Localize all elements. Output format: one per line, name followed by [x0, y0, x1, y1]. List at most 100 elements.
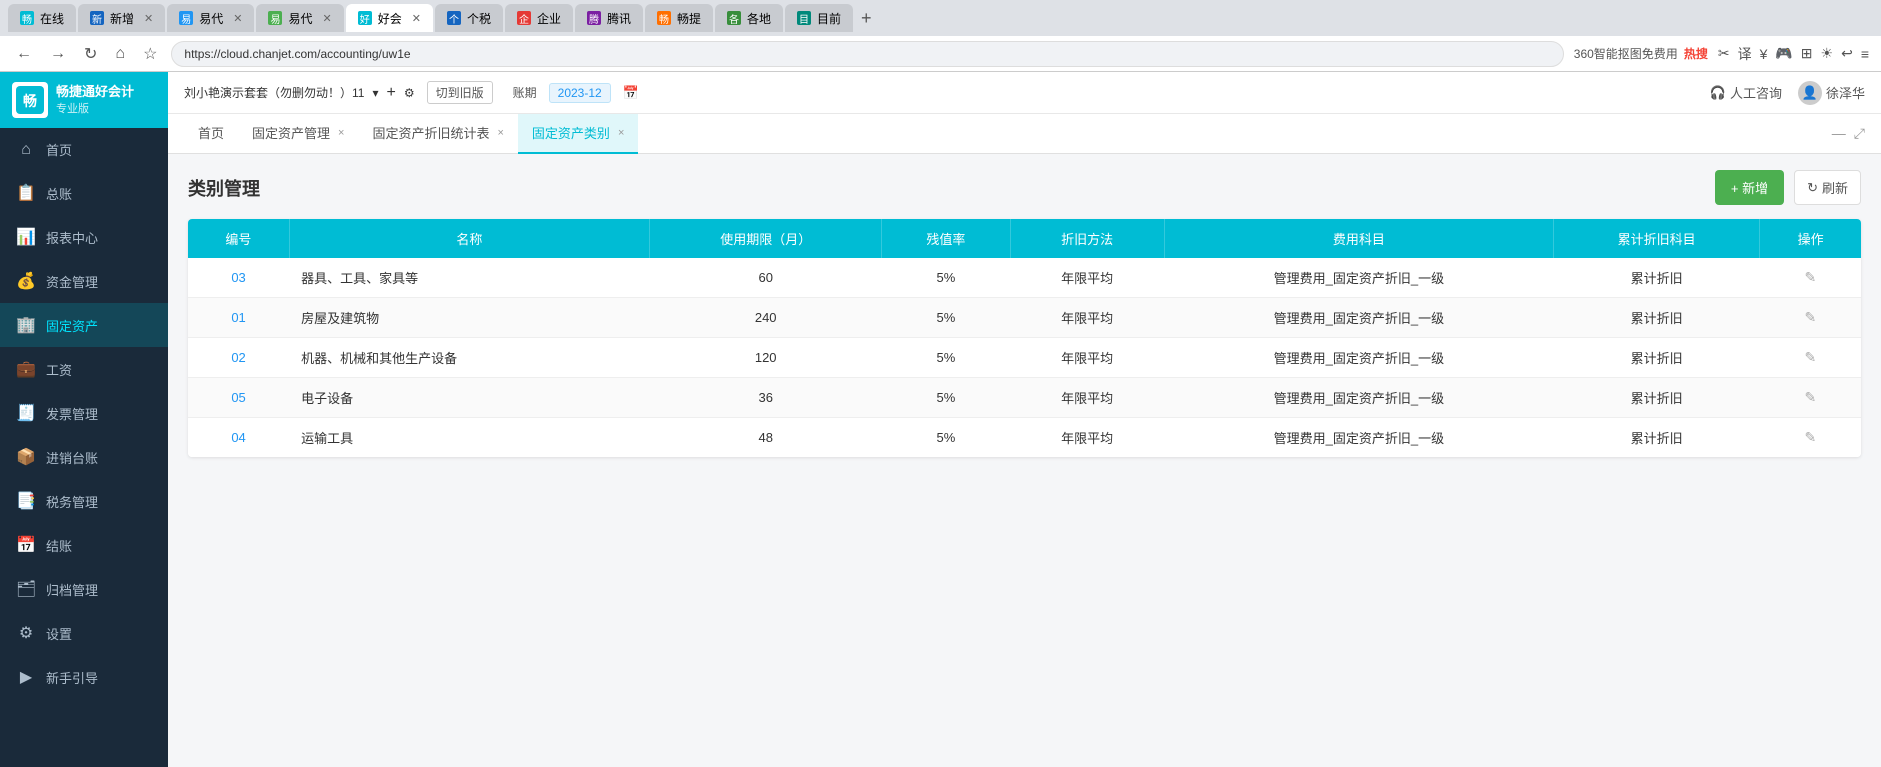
dropdown-icon[interactable]: ▾ — [372, 86, 378, 100]
browser-tab-3[interactable]: 易 易代 ✕ — [167, 4, 254, 32]
tab-close-fixed-assets-mgmt[interactable]: × — [338, 127, 344, 139]
code-link-4[interactable]: 04 — [231, 430, 245, 445]
browser-tab-11[interactable]: 目 目前 — [785, 4, 853, 32]
menu-icon[interactable]: ≡ — [1861, 46, 1869, 62]
edit-icon-0[interactable]: ✎ — [1805, 269, 1817, 285]
sidebar-item-fixed-assets[interactable]: 🏢 固定资产 — [0, 303, 168, 347]
tab-close-3[interactable]: ✕ — [233, 12, 242, 25]
tab-close-4[interactable]: ✕ — [323, 12, 332, 25]
sidebar-item-inventory[interactable]: 📦 进销台账 — [0, 435, 168, 479]
add-category-button[interactable]: + 新增 — [1715, 170, 1784, 205]
sidebar-item-invoice[interactable]: 🧾 发票管理 — [0, 391, 168, 435]
sidebar-item-guide[interactable]: ▶ 新手引导 — [0, 655, 168, 699]
calendar-icon[interactable]: 📅 — [623, 85, 639, 101]
code-link-1[interactable]: 01 — [231, 310, 245, 325]
tab-label-6: 个税 — [467, 10, 491, 27]
code-link-0[interactable]: 03 — [231, 270, 245, 285]
back-button[interactable]: ← — [12, 43, 36, 65]
sidebar-item-archive[interactable]: 🗂 归档管理 — [0, 567, 168, 611]
sidebar: 畅 畅捷通好会计 专业版 ⌂ 首页 📋 总账 📊 报表中心 💰 资金管理 🏢 — [0, 72, 168, 767]
cell-action-4[interactable]: ✎ — [1760, 418, 1861, 458]
tab-favicon-6: 个 — [447, 11, 461, 25]
refresh-button[interactable]: ↻ 刷新 — [1794, 170, 1861, 205]
browser-tab-9[interactable]: 畅 畅提 — [645, 4, 713, 32]
cell-action-3[interactable]: ✎ — [1760, 378, 1861, 418]
tab-label-1: 在线 — [40, 10, 64, 27]
sidebar-item-funds[interactable]: 💰 资金管理 — [0, 259, 168, 303]
cell-action-1[interactable]: ✎ — [1760, 298, 1861, 338]
cell-code-0[interactable]: 03 — [188, 258, 289, 298]
maximize-icon[interactable]: ⤢ — [1854, 125, 1865, 142]
code-link-3[interactable]: 05 — [231, 390, 245, 405]
grid-icon[interactable]: ⊞ — [1801, 45, 1813, 62]
undo-icon[interactable]: ↩ — [1841, 45, 1853, 62]
sidebar-item-reports[interactable]: 📊 报表中心 — [0, 215, 168, 259]
sidebar-label-guide: 新手引导 — [46, 668, 98, 687]
tab-favicon-1: 畅 — [20, 11, 34, 25]
code-link-2[interactable]: 02 — [231, 350, 245, 365]
tab-close-depreciation[interactable]: × — [497, 127, 503, 139]
cell-action-2[interactable]: ✎ — [1760, 338, 1861, 378]
settings-gear-icon[interactable]: ⚙ — [404, 86, 415, 100]
browser-tab-10[interactable]: 各 各地 — [715, 4, 783, 32]
address-input[interactable] — [171, 41, 1563, 67]
hot-label: 热搜 — [1684, 45, 1708, 62]
tab-close-asset-category[interactable]: × — [618, 127, 624, 139]
cell-code-1[interactable]: 01 — [188, 298, 289, 338]
tab-label-2: 新增 — [110, 10, 134, 27]
sidebar-item-settings[interactable]: ⚙ 设置 — [0, 611, 168, 655]
tab-favicon-3: 易 — [179, 11, 193, 25]
browser-tab-5[interactable]: 好 好会 ✕ — [346, 4, 433, 32]
sidebar-item-tax[interactable]: 📑 税务管理 — [0, 479, 168, 523]
period-label: 账期 — [513, 84, 537, 101]
minimize-icon[interactable]: — — [1832, 125, 1846, 142]
cell-code-4[interactable]: 04 — [188, 418, 289, 458]
browser-tab-1[interactable]: 畅 在线 — [8, 4, 76, 32]
game-icon[interactable]: 🎮 — [1775, 45, 1792, 62]
sidebar-item-closing[interactable]: 📅 结账 — [0, 523, 168, 567]
sidebar-item-payroll[interactable]: 💼 工资 — [0, 347, 168, 391]
tab-fixed-assets-mgmt[interactable]: 固定资产管理 × — [238, 114, 358, 154]
tab-favicon-2: 新 — [90, 11, 104, 25]
cell-code-3[interactable]: 05 — [188, 378, 289, 418]
edit-icon-3[interactable]: ✎ — [1805, 389, 1817, 405]
col-header-residual: 残值率 — [882, 219, 1010, 258]
tab-home[interactable]: 首页 — [184, 114, 238, 154]
cell-period-4: 48 — [650, 418, 882, 458]
cell-expense-4: 管理费用_固定资产折旧_一级 — [1164, 418, 1553, 458]
home-button[interactable]: ⌂ — [111, 43, 129, 65]
period-value[interactable]: 2023-12 — [549, 83, 611, 103]
sidebar-item-home[interactable]: ⌂ 首页 — [0, 128, 168, 171]
edit-icon-4[interactable]: ✎ — [1805, 429, 1817, 445]
scissors-icon[interactable]: ✂ — [1718, 45, 1730, 62]
tab-close-2[interactable]: ✕ — [144, 12, 153, 25]
user-info[interactable]: 👤 徐泽华 — [1798, 81, 1865, 105]
edit-icon-2[interactable]: ✎ — [1805, 349, 1817, 365]
browser-tab-6[interactable]: 个 个税 — [435, 4, 503, 32]
sun-icon[interactable]: ☀ — [1821, 45, 1834, 62]
tab-depreciation-table[interactable]: 固定资产折旧统计表 × — [358, 114, 517, 154]
cell-expense-3: 管理费用_固定资产折旧_一级 — [1164, 378, 1553, 418]
edit-icon-1[interactable]: ✎ — [1805, 309, 1817, 325]
browser-tab-4[interactable]: 易 易代 ✕ — [256, 4, 343, 32]
translate-icon[interactable]: 译 — [1738, 44, 1752, 64]
switch-to-old-btn[interactable]: 切到旧版 — [427, 81, 493, 104]
browser-tab-8[interactable]: 腾 腾讯 — [575, 4, 643, 32]
tab-asset-category[interactable]: 固定资产类别 × — [518, 114, 638, 154]
tab-label-3: 易代 — [199, 10, 223, 27]
add-account-icon[interactable]: + — [387, 84, 396, 102]
bookmark-button[interactable]: ☆ — [139, 42, 161, 66]
new-tab-button[interactable]: + — [855, 8, 878, 29]
reload-button[interactable]: ↻ — [80, 42, 101, 66]
browser-tab-7[interactable]: 企 企业 — [505, 4, 573, 32]
forward-button[interactable]: → — [46, 43, 70, 65]
tab-close-5[interactable]: ✕ — [412, 12, 421, 25]
wallet-icon[interactable]: ¥ — [1760, 46, 1768, 62]
sidebar-item-ledger[interactable]: 📋 总账 — [0, 171, 168, 215]
main-content: 刘小艳演示套套（勿删勿动！）11 ▾ + ⚙ 切到旧版 账期 2023-12 📅… — [168, 72, 1881, 767]
cell-code-2[interactable]: 02 — [188, 338, 289, 378]
cell-action-0[interactable]: ✎ — [1760, 258, 1861, 298]
service-button[interactable]: 🎧 人工咨询 — [1710, 83, 1782, 102]
browser-tab-2[interactable]: 新 新增 ✕ — [78, 4, 165, 32]
cell-period-3: 36 — [650, 378, 882, 418]
